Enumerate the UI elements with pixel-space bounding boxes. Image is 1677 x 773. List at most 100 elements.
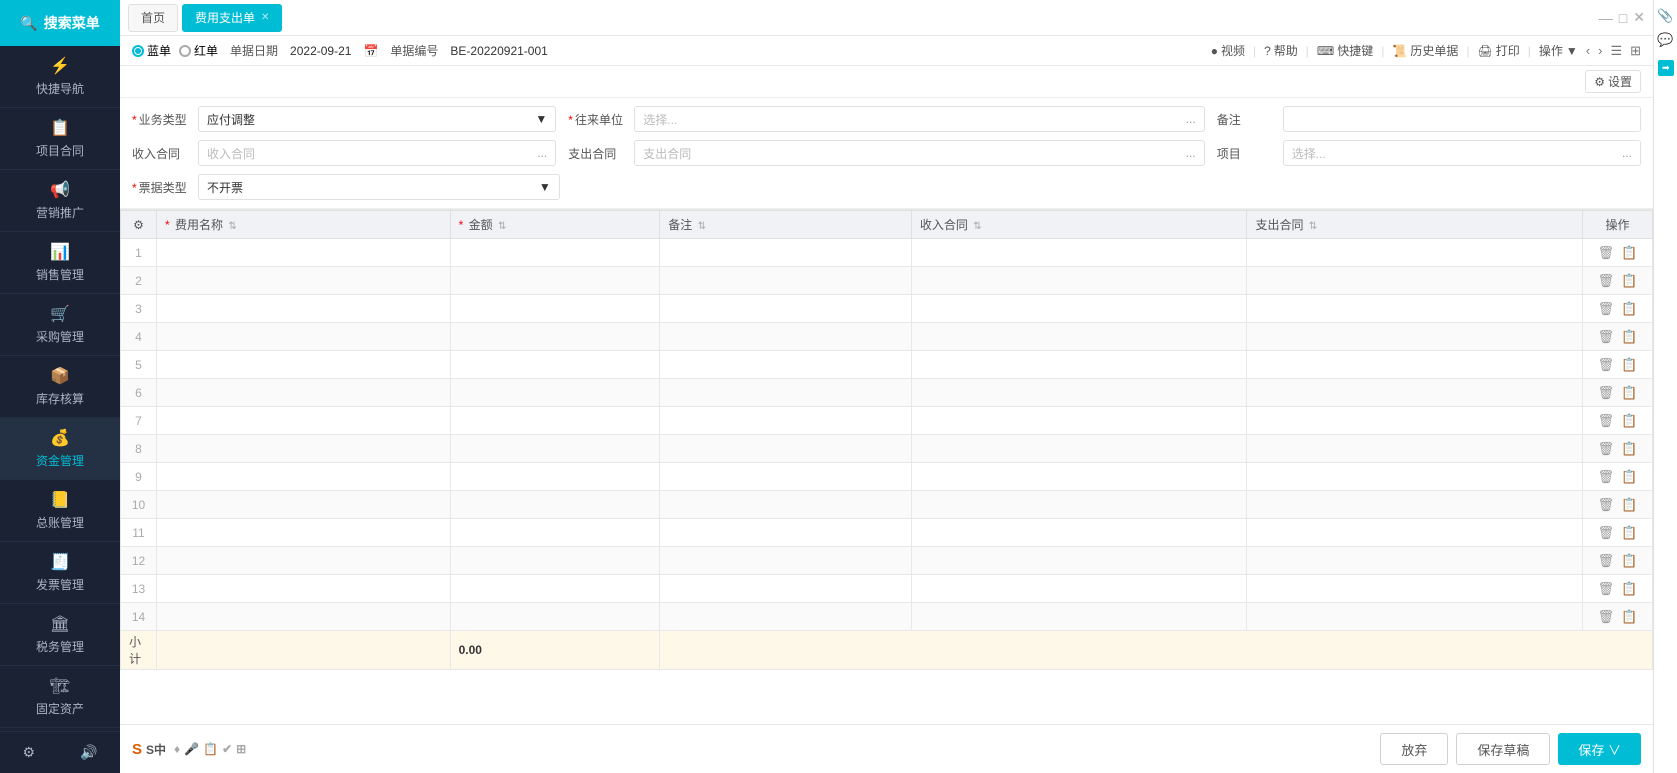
- copy-row-icon[interactable]: 📋: [1621, 357, 1637, 372]
- volume-footer-btn[interactable]: 🔊: [76, 740, 101, 765]
- delete-row-icon[interactable]: 🗑: [1597, 273, 1614, 288]
- sidebar-header[interactable]: 🔍 搜索菜单: [0, 0, 120, 46]
- video-btn[interactable]: ● 视频: [1211, 42, 1245, 59]
- note-cell[interactable]: [660, 239, 912, 267]
- sidebar-item-quick-nav[interactable]: ⚡ 快捷导航: [0, 46, 120, 108]
- delete-row-icon[interactable]: 🗑: [1597, 245, 1614, 260]
- delete-row-icon[interactable]: 🗑: [1597, 441, 1614, 456]
- print-btn[interactable]: 🖨 打印: [1477, 42, 1519, 59]
- cyan-side-tab[interactable]: ⬆: [1658, 60, 1674, 76]
- sidebar-item-purchase-mgmt[interactable]: 🛒 采购管理: [0, 294, 120, 356]
- expense-contract-cell[interactable]: [1247, 603, 1583, 631]
- view-grid-btn[interactable]: ⊞: [1630, 43, 1641, 59]
- expense-contract-cell[interactable]: [1247, 435, 1583, 463]
- expense-name-cell[interactable]: [157, 351, 451, 379]
- save-btn[interactable]: 保存 ∨: [1558, 733, 1641, 765]
- tab-expense-bill[interactable]: 费用支出单 ✕: [182, 4, 282, 32]
- amount-cell[interactable]: [450, 491, 660, 519]
- nav-prev-btn[interactable]: ‹: [1586, 43, 1590, 58]
- expense-contract-cell[interactable]: [1247, 407, 1583, 435]
- delete-row-icon[interactable]: 🗑: [1597, 413, 1614, 428]
- note-cell[interactable]: [660, 463, 912, 491]
- comment-icon[interactable]: 💬: [1657, 32, 1673, 48]
- minimize-btn[interactable]: —: [1599, 10, 1613, 26]
- partner-dotted[interactable]: ...: [1186, 112, 1196, 126]
- note-input[interactable]: [1283, 106, 1641, 132]
- income-contract-cell[interactable]: [911, 323, 1247, 351]
- sidebar-item-invoice-mgmt[interactable]: 🧾 发票管理: [0, 542, 120, 604]
- th-expense-contract[interactable]: 支出合同 ⇅: [1247, 211, 1583, 239]
- income-contract-cell[interactable]: [911, 295, 1247, 323]
- copy-row-icon[interactable]: 📋: [1621, 329, 1637, 344]
- expense-contract-cell[interactable]: [1247, 323, 1583, 351]
- th-note[interactable]: 备注 ⇅: [660, 211, 912, 239]
- expense-name-cell[interactable]: [157, 323, 451, 351]
- copy-row-icon[interactable]: 📋: [1621, 273, 1637, 288]
- check-icon[interactable]: ✔: [222, 742, 232, 756]
- note-cell[interactable]: [660, 323, 912, 351]
- copy-row-icon[interactable]: 📋: [1621, 609, 1637, 624]
- expense-table-container[interactable]: ⚙ * 费用名称 ⇅ * 金额 ⇅ 备注: [120, 209, 1653, 724]
- expense-contract-dotted[interactable]: ...: [1186, 146, 1196, 160]
- sidebar-item-ledger-mgmt[interactable]: 📒 总账管理: [0, 480, 120, 542]
- th-income-contract[interactable]: 收入合同 ⇅: [911, 211, 1247, 239]
- note-cell[interactable]: [660, 491, 912, 519]
- income-contract-cell[interactable]: [911, 519, 1247, 547]
- project-select[interactable]: 选择... ...: [1283, 140, 1641, 166]
- copy-row-icon[interactable]: 📋: [1621, 301, 1637, 316]
- expense-name-cell[interactable]: [157, 239, 451, 267]
- grid-icon[interactable]: ⊞: [236, 742, 246, 756]
- copy-row-icon[interactable]: 📋: [1621, 385, 1637, 400]
- note-cell[interactable]: [660, 267, 912, 295]
- income-contract-cell[interactable]: [911, 267, 1247, 295]
- copy-row-icon[interactable]: 📋: [1621, 469, 1637, 484]
- th-expense-name[interactable]: * 费用名称 ⇅: [157, 211, 451, 239]
- amount-cell[interactable]: [450, 379, 660, 407]
- note-cell[interactable]: [660, 379, 912, 407]
- amount-cell[interactable]: [450, 575, 660, 603]
- blue-bill-radio[interactable]: 蓝单: [132, 42, 171, 59]
- copy-row-icon[interactable]: 📋: [1621, 413, 1637, 428]
- settings-footer-btn[interactable]: ⚙: [19, 740, 40, 765]
- delete-row-icon[interactable]: 🗑: [1597, 525, 1614, 540]
- expense-contract-cell[interactable]: [1247, 295, 1583, 323]
- expense-name-cell[interactable]: [157, 491, 451, 519]
- calendar-icon[interactable]: 📅: [363, 44, 378, 58]
- amount-cell[interactable]: [450, 239, 660, 267]
- sidebar-item-sales-mgmt[interactable]: 📊 销售管理: [0, 232, 120, 294]
- invoice-type-select[interactable]: 不开票 ▼: [198, 174, 560, 200]
- save-draft-btn[interactable]: 保存草稿: [1456, 733, 1550, 765]
- delete-row-icon[interactable]: 🗑: [1597, 385, 1614, 400]
- sidebar-item-fixed-assets[interactable]: 🏗 固定资产: [0, 666, 120, 728]
- note-cell[interactable]: [660, 603, 912, 631]
- expense-contract-cell[interactable]: [1247, 239, 1583, 267]
- expense-name-cell[interactable]: [157, 295, 451, 323]
- income-contract-cell[interactable]: [911, 351, 1247, 379]
- view-list-btn[interactable]: ☰: [1610, 43, 1622, 59]
- expense-contract-cell[interactable]: [1247, 267, 1583, 295]
- expense-name-cell[interactable]: [157, 463, 451, 491]
- amount-cell[interactable]: [450, 435, 660, 463]
- settings-btn[interactable]: ⚙ 设置: [1585, 70, 1641, 93]
- note-cell[interactable]: [660, 435, 912, 463]
- expense-name-cell[interactable]: [157, 603, 451, 631]
- expense-name-cell[interactable]: [157, 407, 451, 435]
- delete-row-icon[interactable]: 🗑: [1597, 301, 1614, 316]
- expense-contract-cell[interactable]: [1247, 491, 1583, 519]
- expense-name-cell[interactable]: [157, 267, 451, 295]
- sidebar-item-capital-mgmt[interactable]: 💰 资金管理: [0, 418, 120, 480]
- expense-name-cell[interactable]: [157, 575, 451, 603]
- expense-contract-cell[interactable]: [1247, 351, 1583, 379]
- note-cell[interactable]: [660, 575, 912, 603]
- sidebar-item-inventory[interactable]: 📦 库存核算: [0, 356, 120, 418]
- delete-row-icon[interactable]: 🗑: [1597, 581, 1614, 596]
- delete-row-icon[interactable]: 🗑: [1597, 609, 1614, 624]
- shortcut-btn[interactable]: ⌨ 快捷键: [1317, 42, 1373, 59]
- partner-select[interactable]: 选择... ...: [634, 106, 1204, 132]
- amount-cell[interactable]: [450, 407, 660, 435]
- delete-row-icon[interactable]: 🗑: [1597, 469, 1614, 484]
- note-cell[interactable]: [660, 547, 912, 575]
- note-cell[interactable]: [660, 407, 912, 435]
- note-cell[interactable]: [660, 519, 912, 547]
- delete-row-icon[interactable]: 🗑: [1597, 553, 1614, 568]
